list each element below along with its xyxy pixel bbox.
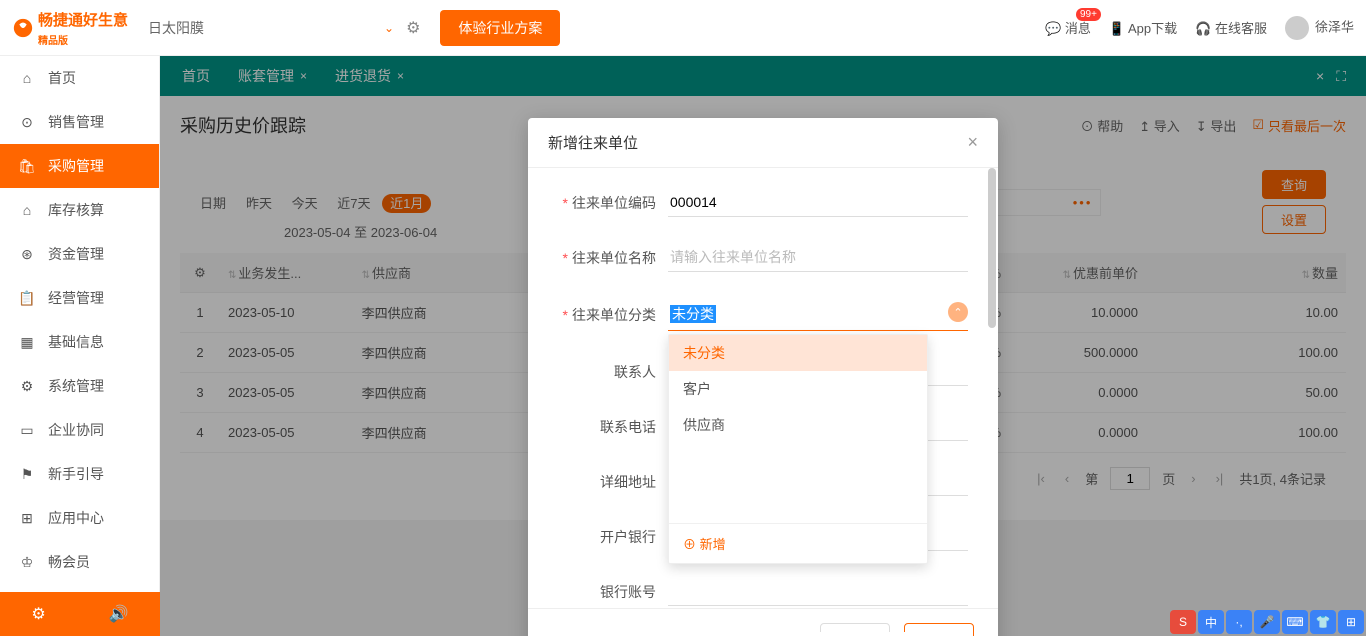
top-header: 畅捷通好生意 精品版 日太阳膜 ⌄ ⚙ 体验行业方案 💬 消息 99+ 📱 Ap…	[0, 0, 1366, 56]
messages-link[interactable]: 💬 消息 99+	[1045, 18, 1091, 37]
ime-toolbar: S 中 ·, 🎤 ⌨ 👕 ⊞	[1170, 610, 1364, 634]
flag-icon: ⚑	[18, 465, 36, 483]
inventory-icon: ⌂	[18, 201, 36, 219]
ime-keyboard-icon[interactable]: ⌨	[1282, 610, 1308, 634]
msg-badge: 99+	[1076, 8, 1101, 21]
account-input[interactable]	[668, 577, 968, 606]
footer-gear-icon[interactable]: ⚙	[31, 604, 45, 624]
sidebar-item-collab[interactable]: ▭企业协同	[0, 408, 159, 452]
modal-title: 新增往来单位	[548, 132, 638, 153]
app-download-link[interactable]: 📱 App下载	[1109, 18, 1177, 37]
logo-sub: 精品版	[38, 32, 128, 47]
logo-text: 畅捷通好生意	[38, 9, 128, 30]
sidebar-item-basic-info[interactable]: ▦基础信息	[0, 320, 159, 364]
modal-body: *往来单位编码 *往来单位名称 *往来单位分类 未分类 ⌃ 联系人 联系电话 详…	[528, 168, 998, 608]
dropdown-add-new[interactable]: ⊕ 新增	[669, 523, 927, 563]
app-selector[interactable]: 日太阳膜 ⌄	[148, 18, 394, 38]
experience-button[interactable]: 体验行业方案	[440, 10, 560, 46]
dropdown-option-customer[interactable]: 客户	[669, 371, 927, 407]
sidebar-item-inventory[interactable]: ⌂库存核算	[0, 188, 159, 232]
gear-icon[interactable]: ⚙	[406, 18, 420, 38]
funds-icon: ⊛	[18, 245, 36, 263]
sidebar-item-operations[interactable]: 📋经营管理	[0, 276, 159, 320]
logo: 畅捷通好生意 精品版	[12, 9, 128, 47]
category-select[interactable]: 未分类 ⌃	[668, 298, 968, 331]
code-input[interactable]	[668, 188, 968, 217]
ime-logo-icon[interactable]: S	[1170, 610, 1196, 634]
chevron-up-icon: ⌃	[948, 302, 968, 322]
settings-icon: ⚙	[18, 377, 36, 395]
sidebar-item-guide[interactable]: ⚑新手引导	[0, 452, 159, 496]
app-name: 日太阳膜	[148, 18, 204, 38]
ime-lang-icon[interactable]: 中	[1198, 610, 1224, 634]
modal-header: 新增往来单位 ×	[528, 118, 998, 168]
dropdown-option-uncategorized[interactable]: 未分类	[669, 335, 927, 371]
modal-scrollbar[interactable]	[988, 168, 996, 613]
sidebar-item-funds[interactable]: ⊛资金管理	[0, 232, 159, 276]
online-service-link[interactable]: 🎧 在线客服	[1195, 18, 1267, 37]
sidebar-item-member[interactable]: ♔畅会员	[0, 540, 159, 584]
sidebar-footer: ⚙ 🔊	[0, 592, 160, 636]
dropdown-option-supplier[interactable]: 供应商	[669, 407, 927, 443]
sidebar-item-sales[interactable]: ⊙销售管理	[0, 100, 159, 144]
clipboard-icon: 📋	[18, 289, 36, 307]
bag-icon: 🛍	[18, 157, 36, 175]
credit-input[interactable]	[668, 632, 968, 636]
ime-toolkit-icon[interactable]: ⊞	[1338, 610, 1364, 634]
grid-icon: ▦	[18, 333, 36, 351]
close-icon[interactable]: ×	[967, 132, 978, 153]
footer-sound-icon[interactable]: 🔊	[109, 604, 129, 624]
message-icon: 💬	[1045, 21, 1061, 36]
ime-mic-icon[interactable]: 🎤	[1254, 610, 1280, 634]
add-partner-modal: 新增往来单位 × *往来单位编码 *往来单位名称 *往来单位分类 未分类 ⌃	[528, 118, 998, 636]
user-menu[interactable]: 徐泽华	[1285, 16, 1354, 40]
sales-icon: ⊙	[18, 113, 36, 131]
ime-skin-icon[interactable]: 👕	[1310, 610, 1336, 634]
sidebar-item-home[interactable]: ⌂首页	[0, 56, 159, 100]
sidebar-item-system[interactable]: ⚙系统管理	[0, 364, 159, 408]
sidebar-item-apps[interactable]: ⊞应用中心	[0, 496, 159, 540]
category-dropdown: 未分类 客户 供应商 ⊕ 新增	[668, 334, 928, 564]
ime-punct-icon[interactable]: ·,	[1226, 610, 1252, 634]
scroll-thumb[interactable]	[988, 168, 996, 328]
apps-icon: ⊞	[18, 509, 36, 527]
content-area: 首页 账套管理× 进货退货× × ⛶ 采购历史价跟踪 ⊙ 帮助 ↥ 导入 ↧ 导…	[160, 56, 1366, 636]
home-icon: ⌂	[18, 69, 36, 87]
sidebar-item-purchase[interactable]: 🛍采购管理	[0, 144, 159, 188]
crown-icon: ♔	[18, 553, 36, 571]
avatar-icon	[1285, 16, 1309, 40]
sidebar: ⌂首页 ⊙销售管理 🛍采购管理 ⌂库存核算 ⊛资金管理 📋经营管理 ▦基础信息 …	[0, 56, 160, 636]
name-input[interactable]	[668, 243, 968, 272]
header-right: 💬 消息 99+ 📱 App下载 🎧 在线客服 徐泽华	[1045, 16, 1354, 40]
logo-icon	[12, 17, 34, 39]
collab-icon: ▭	[18, 421, 36, 439]
chevron-down-icon: ⌄	[384, 21, 394, 35]
